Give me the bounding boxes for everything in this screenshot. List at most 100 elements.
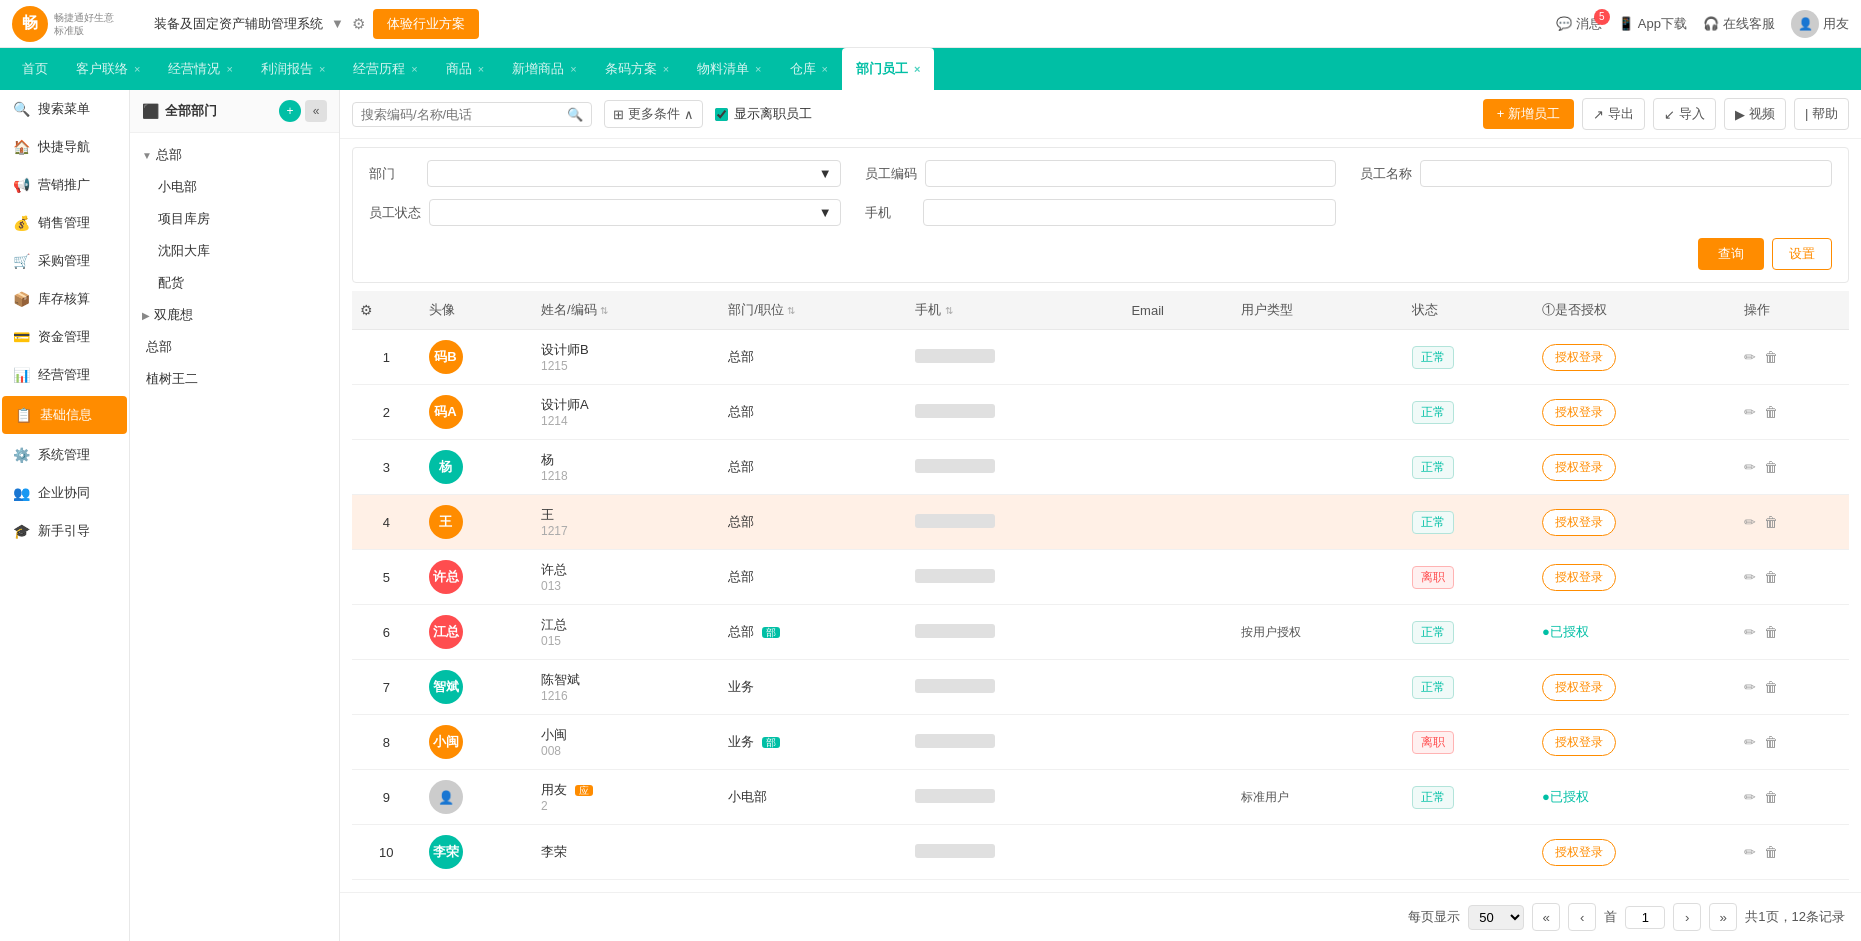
online-service-button[interactable]: 🎧 在线客服 <box>1703 15 1775 33</box>
page-number-input[interactable] <box>1625 906 1665 929</box>
auth-login-button[interactable]: 授权登录 <box>1542 564 1616 591</box>
edit-button[interactable]: ✏ <box>1744 349 1756 365</box>
col-dept[interactable]: 部门/职位 ⇅ <box>720 291 907 330</box>
user-menu-button[interactable]: 👤 用友 <box>1791 10 1849 38</box>
nav-tab-经营情况[interactable]: 经营情况× <box>154 48 246 90</box>
nav-tab-物料清单[interactable]: 物料清单× <box>683 48 775 90</box>
edit-button[interactable]: ✏ <box>1744 514 1756 530</box>
resigned-checkbox-input[interactable] <box>715 108 728 121</box>
edit-button[interactable]: ✏ <box>1744 404 1756 420</box>
sidebar-item-企业协同[interactable]: 👥企业协同 <box>0 474 129 512</box>
close-tab-icon[interactable]: × <box>755 63 761 75</box>
sidebar-item-基础信息[interactable]: 📋基础信息 <box>2 396 127 434</box>
dept-node-总部[interactable]: ▼总部 <box>130 139 339 171</box>
dept-node-沈阳大库[interactable]: 沈阳大库 <box>130 235 339 267</box>
delete-button[interactable]: 🗑 <box>1764 459 1778 475</box>
sidebar-item-销售管理[interactable]: 💰销售管理 <box>0 204 129 242</box>
delete-button[interactable]: 🗑 <box>1764 514 1778 530</box>
auth-login-button[interactable]: 授权登录 <box>1542 454 1616 481</box>
edit-button[interactable]: ✏ <box>1744 844 1756 860</box>
close-tab-icon[interactable]: × <box>570 63 576 75</box>
close-tab-icon[interactable]: × <box>914 63 920 75</box>
auth-login-button[interactable]: 授权登录 <box>1542 399 1616 426</box>
dept-node-植树王二[interactable]: 植树王二 <box>130 363 339 395</box>
sidebar-item-营销推广[interactable]: 📢营销推广 <box>0 166 129 204</box>
search-icon[interactable]: 🔍 <box>567 107 583 122</box>
emp-status-select[interactable]: ▼ <box>429 199 841 226</box>
sidebar-item-经营管理[interactable]: 📊经营管理 <box>0 356 129 394</box>
edit-button[interactable]: ✏ <box>1744 459 1756 475</box>
close-tab-icon[interactable]: × <box>134 63 140 75</box>
close-tab-icon[interactable]: × <box>663 63 669 75</box>
auth-login-button[interactable]: 授权登录 <box>1542 344 1616 371</box>
emp-code-input[interactable] <box>925 160 1337 187</box>
delete-button[interactable]: 🗑 <box>1764 679 1778 695</box>
experience-button[interactable]: 体验行业方案 <box>373 9 479 39</box>
close-tab-icon[interactable]: × <box>411 63 417 75</box>
nav-tab-利润报告[interactable]: 利润报告× <box>247 48 339 90</box>
nav-tab-首页[interactable]: 首页 <box>8 48 62 90</box>
delete-button[interactable]: 🗑 <box>1764 844 1778 860</box>
dept-node-双鹿想[interactable]: ▶双鹿想 <box>130 299 339 331</box>
prev-page-button[interactable]: ‹ <box>1568 903 1596 931</box>
first-page-button[interactable]: « <box>1532 903 1560 931</box>
nav-tab-商品[interactable]: 商品× <box>432 48 498 90</box>
dept-node-小电部[interactable]: 小电部 <box>130 171 339 203</box>
message-button[interactable]: 💬 消息 5 <box>1556 15 1602 33</box>
set-button[interactable]: 设置 <box>1772 238 1832 270</box>
next-page-button[interactable]: › <box>1673 903 1701 931</box>
sidebar-item-资金管理[interactable]: 💳资金管理 <box>0 318 129 356</box>
sidebar-item-库存核算[interactable]: 📦库存核算 <box>0 280 129 318</box>
auth-login-button[interactable]: 授权登录 <box>1542 674 1616 701</box>
emp-name-input[interactable] <box>1420 160 1832 187</box>
sidebar-item-快捷导航[interactable]: 🏠快捷导航 <box>0 128 129 166</box>
delete-button[interactable]: 🗑 <box>1764 624 1778 640</box>
nav-tab-客户联络[interactable]: 客户联络× <box>62 48 154 90</box>
delete-button[interactable]: 🗑 <box>1764 789 1778 805</box>
delete-button[interactable]: 🗑 <box>1764 404 1778 420</box>
more-conditions-button[interactable]: ⊞ 更多条件 ∧ <box>604 100 703 128</box>
nav-tab-新增商品[interactable]: 新增商品× <box>498 48 590 90</box>
dept-node-配货[interactable]: 配货 <box>130 267 339 299</box>
delete-button[interactable]: 🗑 <box>1764 734 1778 750</box>
edit-button[interactable]: ✏ <box>1744 734 1756 750</box>
sidebar-item-新手引导[interactable]: 🎓新手引导 <box>0 512 129 550</box>
app-download-button[interactable]: 📱 App下载 <box>1618 15 1687 33</box>
col-settings[interactable]: ⚙ <box>352 291 421 330</box>
add-employee-button[interactable]: + 新增员工 <box>1483 99 1574 129</box>
page-size-select[interactable]: 50 10 20 100 <box>1468 905 1524 930</box>
close-tab-icon[interactable]: × <box>319 63 325 75</box>
dept-select[interactable]: ▼ <box>427 160 841 187</box>
sidebar-item-搜索菜单[interactable]: 🔍搜索菜单 <box>0 90 129 128</box>
auth-login-button[interactable]: 授权登录 <box>1542 509 1616 536</box>
edit-button[interactable]: ✏ <box>1744 679 1756 695</box>
col-phone[interactable]: 手机 ⇅ <box>907 291 1123 330</box>
collapse-dept-button[interactable]: « <box>305 100 327 122</box>
add-dept-button[interactable]: + <box>279 100 301 122</box>
dept-node-总部[interactable]: 总部 <box>130 331 339 363</box>
chevron-down-icon[interactable]: ▼ <box>331 16 344 31</box>
export-button[interactable]: ↗ 导出 <box>1582 98 1645 130</box>
delete-button[interactable]: 🗑 <box>1764 569 1778 585</box>
query-button[interactable]: 查询 <box>1698 238 1764 270</box>
dept-node-项目库房[interactable]: 项目库房 <box>130 203 339 235</box>
nav-tab-条码方案[interactable]: 条码方案× <box>591 48 683 90</box>
import-button[interactable]: ↙ 导入 <box>1653 98 1716 130</box>
show-resigned-checkbox[interactable]: 显示离职员工 <box>715 105 812 123</box>
close-tab-icon[interactable]: × <box>478 63 484 75</box>
nav-tab-部门员工[interactable]: 部门员工× <box>842 48 934 90</box>
auth-login-button[interactable]: 授权登录 <box>1542 839 1616 866</box>
col-name[interactable]: 姓名/编码 ⇅ <box>533 291 720 330</box>
edit-button[interactable]: ✏ <box>1744 569 1756 585</box>
edit-button[interactable]: ✏ <box>1744 624 1756 640</box>
delete-button[interactable]: 🗑 <box>1764 349 1778 365</box>
sidebar-item-系统管理[interactable]: ⚙️系统管理 <box>0 436 129 474</box>
search-input[interactable] <box>361 107 561 122</box>
nav-tab-仓库[interactable]: 仓库× <box>776 48 842 90</box>
close-tab-icon[interactable]: × <box>822 63 828 75</box>
phone-input[interactable] <box>923 199 1337 226</box>
settings-icon[interactable]: ⚙ <box>352 15 365 33</box>
close-tab-icon[interactable]: × <box>226 63 232 75</box>
help-button[interactable]: | 帮助 <box>1794 98 1849 130</box>
sidebar-item-采购管理[interactable]: 🛒采购管理 <box>0 242 129 280</box>
